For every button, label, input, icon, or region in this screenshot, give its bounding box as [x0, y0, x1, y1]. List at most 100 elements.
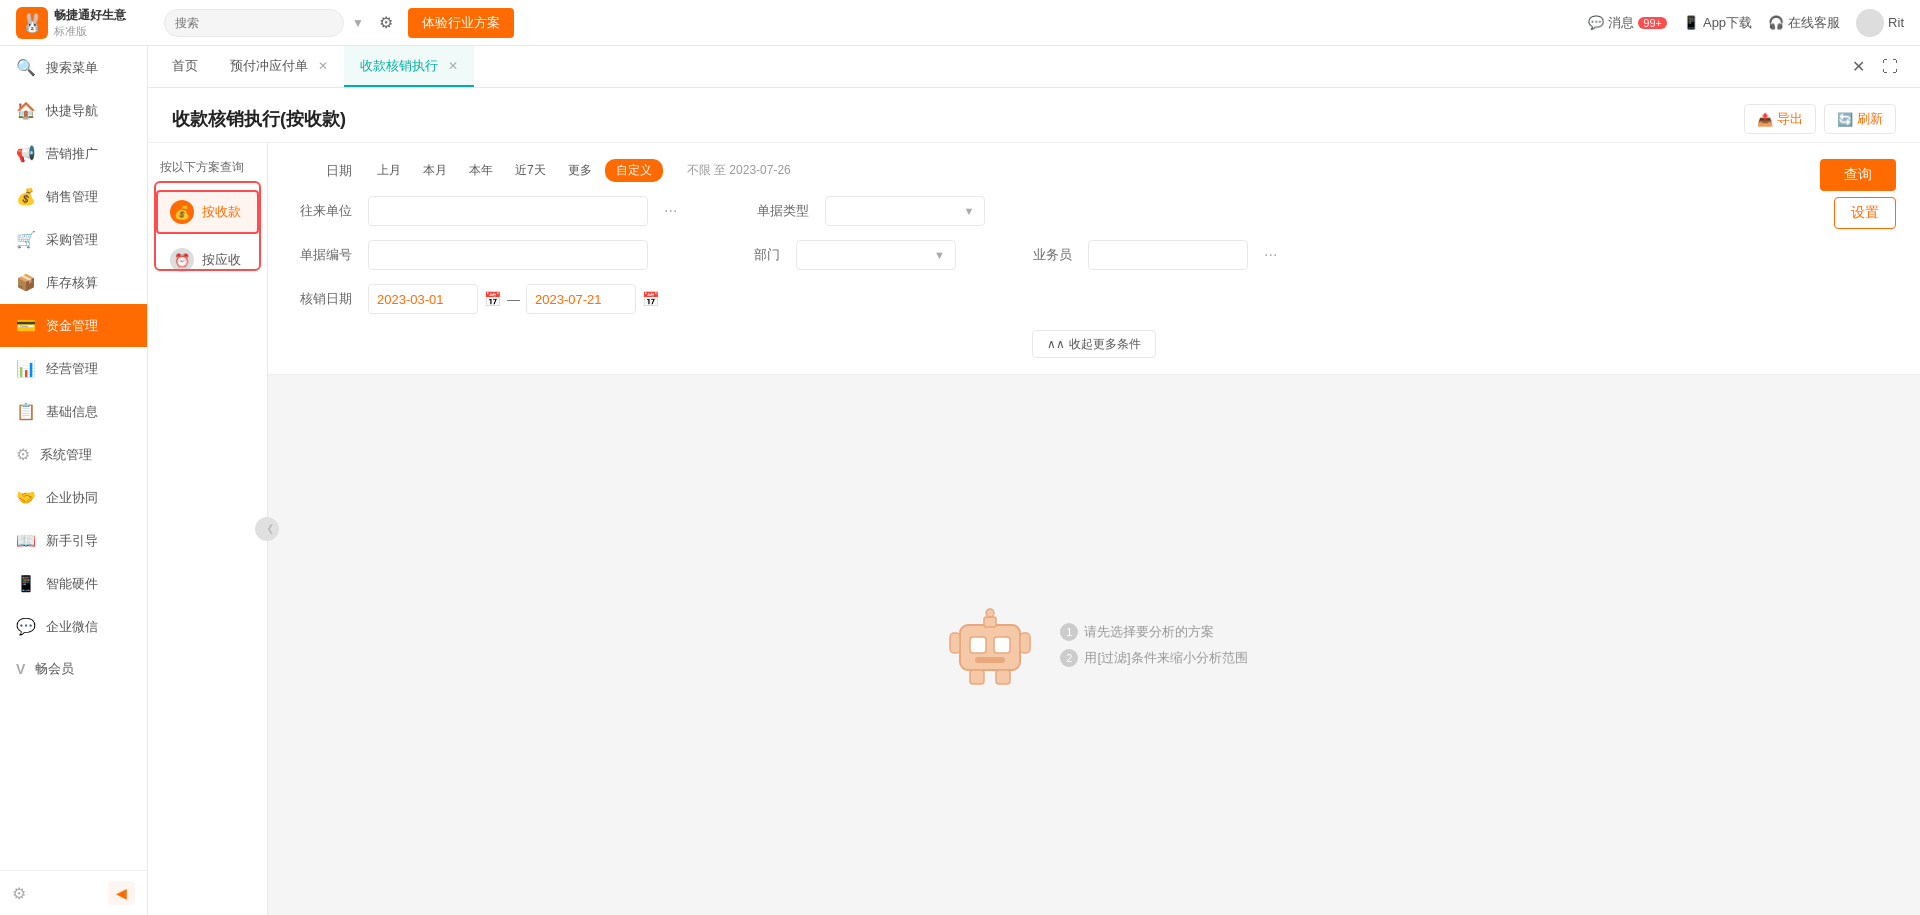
collapse-up-icon: ∧∧ — [1047, 337, 1065, 351]
tab-receipt[interactable]: 收款核销执行 ✕ — [344, 46, 474, 87]
tab-close-all-btn[interactable]: ✕ — [1844, 53, 1872, 81]
topbar-gear-icon[interactable]: ⚙ — [372, 9, 400, 37]
topbar-right: 💬 消息 99+ 📱 App下载 🎧 在线客服 Rit — [1588, 9, 1904, 37]
tip1-num: 1 — [1060, 623, 1078, 641]
tab-expand-btn[interactable]: ⛶ — [1876, 53, 1904, 81]
sidebar-label-search-menu: 搜索菜单 — [46, 59, 98, 77]
sidebar-label-inventory: 库存核算 — [46, 274, 98, 292]
verify-date-start-cal-icon[interactable]: 📅 — [484, 291, 501, 307]
guide-icon: 📖 — [16, 531, 36, 550]
date-btn-this-year[interactable]: 本年 — [460, 159, 502, 182]
date-label: 日期 — [292, 162, 352, 180]
empty-state-inner: 1 请先选择要分析的方案 2 用[过滤]条件来缩小分析范围 — [940, 595, 1247, 695]
sidebar-label-quick-nav: 快捷导航 — [46, 102, 98, 120]
sidebar-settings-icon[interactable]: ⚙ — [12, 884, 26, 903]
date-btn-more[interactable]: 更多 — [559, 159, 601, 182]
partner-dots[interactable]: ··· — [664, 202, 677, 220]
sidebar-item-enterprise[interactable]: 🤝 企业协同 — [0, 476, 147, 519]
topbar-search-dropdown[interactable]: ▼ — [352, 16, 364, 30]
svg-rect-4 — [984, 617, 996, 627]
docno-dept-staff-row: 单据编号 部门 ▼ 业务员 — [292, 240, 1804, 270]
topbar-app-download[interactable]: 📱 App下载 — [1683, 14, 1752, 32]
sidebar-item-inventory[interactable]: 📦 库存核算 — [0, 261, 147, 304]
date-btn-last-month[interactable]: 上月 — [368, 159, 410, 182]
doc-no-input[interactable] — [368, 240, 648, 270]
topbar-messages[interactable]: 💬 消息 99+ — [1588, 14, 1667, 32]
topbar-online-service[interactable]: 🎧 在线客服 — [1768, 14, 1840, 32]
tab-prepay-label: 预付冲应付单 — [230, 57, 308, 75]
sidebar-label-finance: 资金管理 — [46, 317, 98, 335]
sidebar-item-member[interactable]: V 畅会员 — [0, 648, 147, 690]
system-icon: ⚙ — [16, 445, 30, 464]
logo-area: 🐰 畅捷通好生意 标准版 — [16, 7, 164, 39]
sidebar-item-operation[interactable]: 📊 经营管理 — [0, 347, 147, 390]
filter-panel-collapse-btn[interactable]: 《 — [255, 517, 279, 541]
brand-name: 畅捷通好生意 — [54, 7, 126, 24]
partner-input[interactable] — [368, 196, 648, 226]
sidebar-item-finance[interactable]: 💳 资金管理 — [0, 304, 147, 347]
date-btn-custom[interactable]: 自定义 — [605, 159, 663, 182]
sidebar-item-system[interactable]: ⚙ 系统管理 — [0, 433, 147, 476]
doc-type-label: 单据类型 — [749, 202, 809, 220]
sidebar-label-system: 系统管理 — [40, 446, 92, 464]
staff-input[interactable] — [1088, 240, 1248, 270]
query-form: 日期 上月 本月 本年 近7天 更多 自定义 — [268, 143, 1920, 375]
message-icon: 💬 — [1588, 15, 1604, 30]
query-btn[interactable]: 查询 — [1820, 159, 1896, 191]
date-btn-this-month[interactable]: 本月 — [414, 159, 456, 182]
date-range-info: 不限 至 2023-07-26 — [687, 162, 791, 179]
sidebar-item-basic-info[interactable]: 📋 基础信息 — [0, 390, 147, 433]
sidebar-item-marketing[interactable]: 📢 营销推广 — [0, 132, 147, 175]
topbar-user[interactable]: Rit — [1856, 9, 1904, 37]
partner-label: 往来单位 — [292, 202, 352, 220]
purchase-icon: 🛒 — [16, 230, 36, 249]
sidebar-item-wechat[interactable]: 💬 企业微信 — [0, 605, 147, 648]
sidebar-item-sales[interactable]: 💰 销售管理 — [0, 175, 147, 218]
message-badge: 99+ — [1638, 17, 1667, 29]
tab-prepay-close[interactable]: ✕ — [318, 59, 328, 73]
sidebar-item-guide[interactable]: 📖 新手引导 — [0, 519, 147, 562]
tip1-text: 请先选择要分析的方案 — [1084, 623, 1214, 641]
wechat-icon: 💬 — [16, 617, 36, 636]
date-quick-btns: 上月 本月 本年 近7天 更多 自定义 — [368, 159, 663, 182]
dept-select[interactable]: ▼ — [796, 240, 956, 270]
collapse-more-btn[interactable]: ∧∧ 收起更多条件 — [1032, 330, 1156, 358]
query-area: 日期 上月 本月 本年 近7天 更多 自定义 — [268, 143, 1920, 915]
query-btns: 查询 设置 — [1820, 159, 1896, 229]
doc-type-select[interactable]: ▼ — [825, 196, 985, 226]
filter-option-by-receivable[interactable]: ⏰ 按应收 — [156, 238, 259, 282]
sidebar-item-hardware[interactable]: 📱 智能硬件 — [0, 562, 147, 605]
tab-receipt-close[interactable]: ✕ — [448, 59, 458, 73]
service-label: 在线客服 — [1788, 14, 1840, 32]
doc-no-label: 单据编号 — [292, 246, 352, 264]
sidebar-label-guide: 新手引导 — [46, 532, 98, 550]
svg-rect-8 — [970, 670, 984, 684]
refresh-btn[interactable]: 🔄 刷新 — [1824, 104, 1896, 134]
export-btn[interactable]: 📤 导出 — [1744, 104, 1816, 134]
settings-btn[interactable]: 设置 — [1834, 197, 1896, 229]
tip2-text: 用[过滤]条件来缩小分析范围 — [1084, 649, 1247, 667]
hardware-icon: 📱 — [16, 574, 36, 593]
date-to-text: 至 2023-07-26 — [714, 163, 791, 177]
page-title: 收款核销执行(按收款) — [172, 107, 346, 131]
topbar-search-input[interactable] — [164, 9, 344, 37]
verify-date-range: 📅 — 📅 — [368, 284, 659, 314]
sidebar-collapse-btn[interactable]: ◀ — [108, 881, 135, 905]
sidebar-item-purchase[interactable]: 🛒 采购管理 — [0, 218, 147, 261]
sidebar-item-quick-nav[interactable]: 🏠 快捷导航 — [0, 89, 147, 132]
staff-dots[interactable]: ··· — [1264, 246, 1277, 264]
empty-state-icon — [940, 595, 1040, 695]
verify-date-start[interactable] — [368, 284, 478, 314]
industry-btn[interactable]: 体验行业方案 — [408, 8, 514, 38]
tab-home[interactable]: 首页 — [156, 46, 214, 87]
sidebar-item-search-menu[interactable]: 🔍 搜索菜单 — [0, 46, 147, 89]
verify-date-end[interactable] — [526, 284, 636, 314]
filter-option-by-receipt[interactable]: 💰 按收款 — [156, 190, 259, 234]
verify-date-end-cal-icon[interactable]: 📅 — [642, 291, 659, 307]
operation-icon: 📊 — [16, 359, 36, 378]
date-btn-7days[interactable]: 近7天 — [506, 159, 555, 182]
tab-prepay[interactable]: 预付冲应付单 ✕ — [214, 46, 344, 87]
app-icon: 📱 — [1683, 15, 1699, 30]
quick-nav-icon: 🏠 — [16, 101, 36, 120]
filter-receipt-label: 按收款 — [202, 203, 241, 221]
